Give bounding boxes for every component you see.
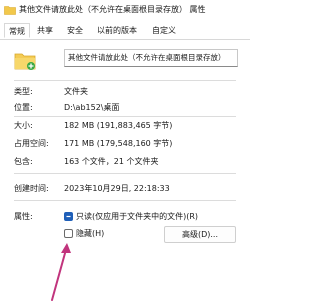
tab-sharing[interactable]: 共享 <box>37 25 53 36</box>
check-icon <box>66 215 71 218</box>
title-bar[interactable]: 其他文件请放此处（不允许在桌面根目录存放） 属性 <box>0 0 250 22</box>
tab-strip: 常规 共享 安全 以前的版本 自定义 <box>0 22 250 40</box>
folder-name-input[interactable]: 其他文件请放此处（不允许在桌面根目录存放） <box>64 49 238 67</box>
divider <box>14 200 236 201</box>
size-on-disk-value: 171 MB (179,548,160 字节) <box>64 139 173 148</box>
hidden-label[interactable]: 隐藏(H) <box>76 228 104 239</box>
size-on-disk-label: 占用空间: <box>14 139 49 148</box>
readonly-label[interactable]: 只读(仅应用于文件夹中的文件)(R) <box>76 211 198 222</box>
readonly-checkbox[interactable] <box>64 212 73 221</box>
contains-label: 包含: <box>14 157 33 166</box>
annotation-arrow-icon <box>51 243 71 301</box>
size-label: 大小: <box>14 121 33 130</box>
attributes-label: 属性: <box>14 212 33 221</box>
folder-icon <box>4 6 16 15</box>
tab-security[interactable]: 安全 <box>67 25 83 36</box>
location-label: 位置: <box>14 103 33 112</box>
hidden-checkbox[interactable] <box>64 229 73 238</box>
type-label: 类型: <box>14 87 33 96</box>
size-value: 182 MB (191,883,465 字节) <box>64 121 173 130</box>
tab-previous-versions[interactable]: 以前的版本 <box>97 25 137 36</box>
location-value: D:\ab152\桌面 <box>64 103 120 112</box>
created-label: 创建时间: <box>14 184 49 193</box>
folder-shortcut-icon <box>14 53 36 70</box>
divider <box>14 173 236 174</box>
divider <box>14 80 236 81</box>
advanced-button[interactable]: 高级(D)... <box>164 226 236 243</box>
contains-value: 163 个文件，21 个文件夹 <box>64 157 159 166</box>
divider <box>14 116 236 117</box>
type-value: 文件夹 <box>64 87 88 96</box>
tab-general[interactable]: 常规 <box>4 23 30 38</box>
created-value: 2023年10月29日, 22:18:33 <box>64 184 170 193</box>
window-title: 其他文件请放此处（不允许在桌面根目录存放） 属性 <box>19 5 206 14</box>
tab-customize[interactable]: 自定义 <box>152 25 176 36</box>
properties-window: 其他文件请放此处（不允许在桌面根目录存放） 属性 常规 共享 安全 以前的版本 … <box>0 0 250 302</box>
